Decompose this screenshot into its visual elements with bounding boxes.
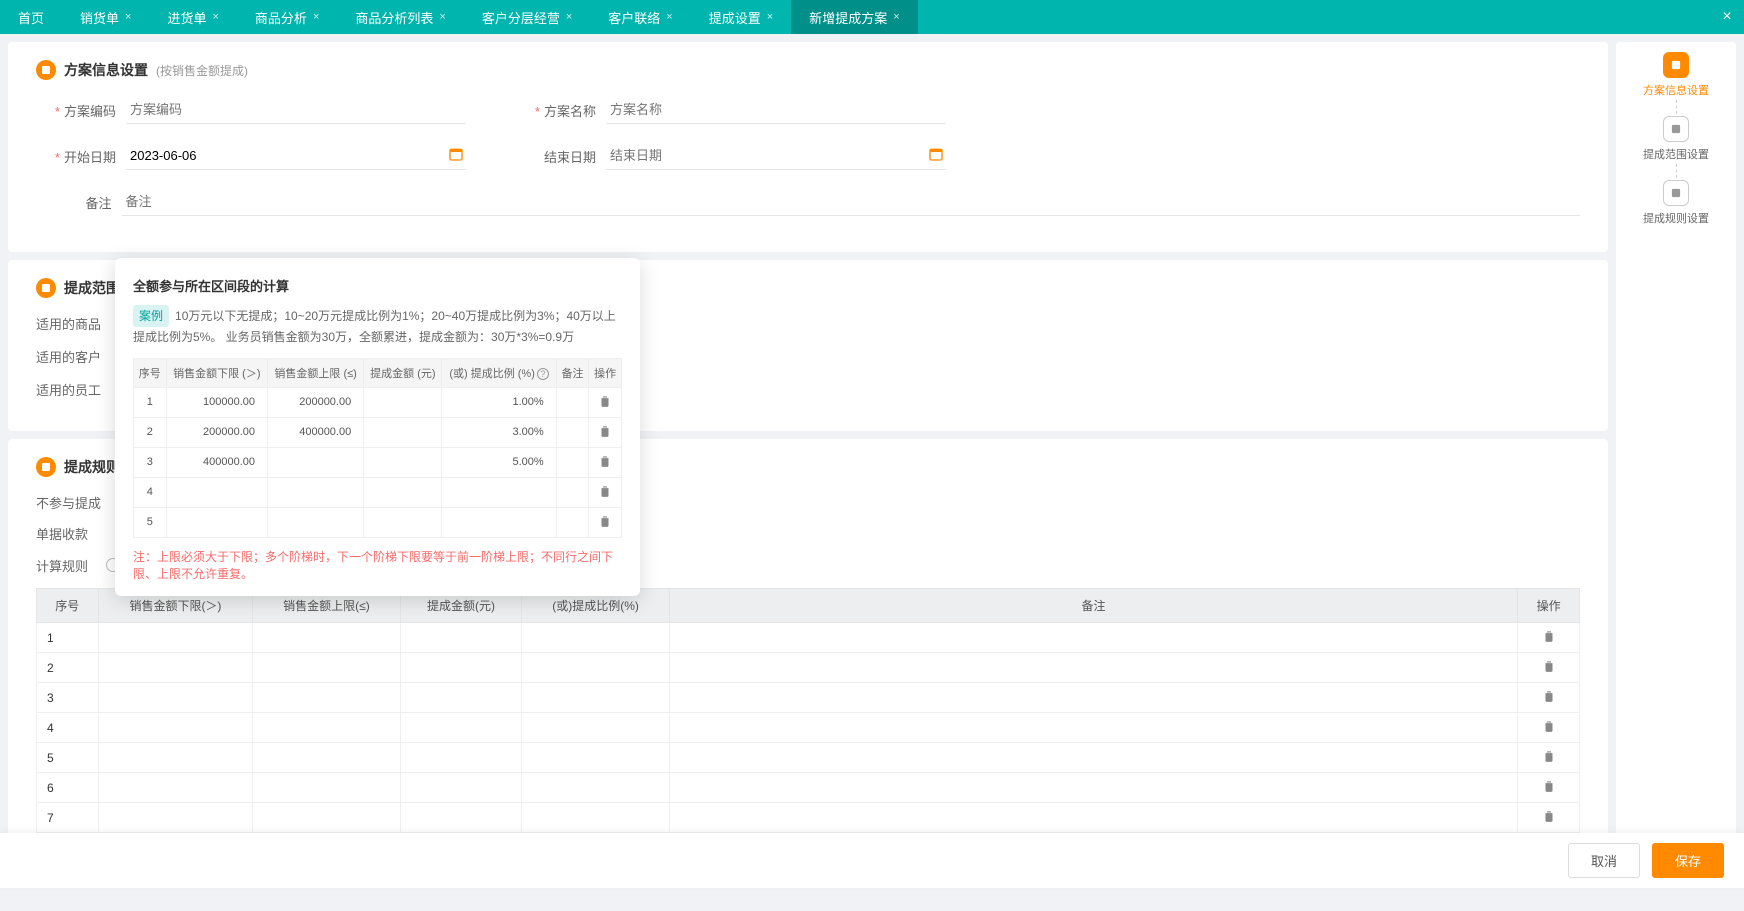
col-header: 操作 bbox=[1518, 589, 1580, 623]
col-header: 提成金额 (元) bbox=[364, 358, 442, 387]
tooltip-desc: 案例10万元以下无提成；10~20万元提成比例为1%；20~40万提成比例为3%… bbox=[133, 305, 622, 348]
tab-新增提成方案[interactable]: 新增提成方案× bbox=[791, 0, 917, 34]
cancel-button[interactable]: 取消 bbox=[1568, 843, 1640, 878]
remark-label: 备注 bbox=[86, 196, 112, 211]
calendar-icon bbox=[928, 146, 944, 162]
table-row[interactable]: 6 bbox=[37, 773, 1580, 803]
delete-row[interactable] bbox=[1518, 803, 1580, 833]
delete-row[interactable] bbox=[589, 447, 622, 477]
table-row: 3400000.005.00% bbox=[134, 447, 622, 477]
section-icon bbox=[36, 457, 56, 477]
anchor-0[interactable]: 方案信息设置 bbox=[1643, 52, 1709, 98]
col-header: 备注 bbox=[669, 589, 1518, 623]
help-icon: ? bbox=[537, 368, 549, 380]
tab-商品分析[interactable]: 商品分析× bbox=[237, 0, 337, 34]
tab-进货单[interactable]: 进货单× bbox=[149, 0, 236, 34]
col-header: 操作 bbox=[589, 358, 622, 387]
close-icon[interactable]: × bbox=[893, 11, 899, 23]
tab-客户分层经营[interactable]: 客户分层经营× bbox=[464, 0, 590, 34]
tab-bar: 首页销货单×进货单×商品分析×商品分析列表×客户分层经营×客户联络×提成设置×新… bbox=[0, 0, 1744, 34]
delete-row[interactable] bbox=[1518, 683, 1580, 713]
start-date-label: 开始日期 bbox=[64, 150, 116, 165]
end-date-input[interactable] bbox=[606, 142, 946, 170]
table-row: 4 bbox=[134, 477, 622, 507]
tab-销货单[interactable]: 销货单× bbox=[62, 0, 149, 34]
delete-row[interactable] bbox=[589, 477, 622, 507]
end-date-label: 结束日期 bbox=[544, 150, 596, 165]
tab-客户联络[interactable]: 客户联络× bbox=[590, 0, 690, 34]
col-header: 备注 bbox=[556, 358, 589, 387]
remark-input[interactable] bbox=[122, 188, 1580, 216]
calendar-icon bbox=[448, 146, 464, 162]
table-row: 1100000.00200000.001.00% bbox=[134, 387, 622, 417]
delete-row[interactable] bbox=[1518, 713, 1580, 743]
close-icon[interactable]: × bbox=[212, 11, 218, 23]
section-title: 方案信息设置 bbox=[64, 60, 148, 80]
table-row[interactable]: 4 bbox=[37, 713, 1580, 743]
delete-row[interactable] bbox=[589, 417, 622, 447]
close-icon[interactable]: × bbox=[767, 11, 773, 23]
tooltip-table: 序号销售金额下限 (＞)销售金额上限 (≤)提成金额 (元)(或) 提成比例 (… bbox=[133, 358, 622, 538]
example-badge: 案例 bbox=[133, 305, 169, 327]
delete-row[interactable] bbox=[1518, 773, 1580, 803]
table-row: 5 bbox=[134, 507, 622, 537]
anchor-nav: 方案信息设置提成范围设置提成规则设置 bbox=[1616, 42, 1736, 851]
table-row[interactable]: 3 bbox=[37, 683, 1580, 713]
name-label: 方案名称 bbox=[544, 104, 596, 119]
tab-首页[interactable]: 首页 bbox=[0, 0, 62, 34]
table-row: 2200000.00400000.003.00% bbox=[134, 417, 622, 447]
delete-row[interactable] bbox=[589, 507, 622, 537]
section-icon bbox=[36, 278, 56, 298]
anchor-1[interactable]: 提成范围设置 bbox=[1643, 116, 1709, 162]
panel-plan-info: 方案信息设置 (按销售金额提成) *方案编码 *方案名称 *开始日期 bbox=[8, 42, 1608, 252]
save-button[interactable]: 保存 bbox=[1652, 843, 1724, 878]
footer-actions: 取消 保存 bbox=[0, 833, 1744, 888]
tooltip-title: 全额参与所在区间段的计算 bbox=[133, 276, 622, 295]
anchor-2[interactable]: 提成规则设置 bbox=[1643, 180, 1709, 226]
plan-code-input[interactable] bbox=[126, 96, 466, 124]
col-header: 销售金额下限 (＞) bbox=[166, 358, 267, 387]
col-header: 销售金额上限 (≤) bbox=[268, 358, 364, 387]
col-header: (或) 提成比例 (%)? bbox=[442, 358, 556, 387]
close-icon[interactable]: × bbox=[313, 11, 319, 23]
commission-table: 序号销售金额下限(＞)销售金额上限(≤)提成金额(元)(或)提成比例(%)备注操… bbox=[36, 588, 1580, 833]
calc-rule-tooltip: 全额参与所在区间段的计算 案例10万元以下无提成；10~20万元提成比例为1%；… bbox=[115, 258, 640, 596]
tab-商品分析列表[interactable]: 商品分析列表× bbox=[337, 0, 463, 34]
close-icon[interactable]: × bbox=[439, 11, 445, 23]
col-header: 序号 bbox=[37, 589, 99, 623]
table-row[interactable]: 5 bbox=[37, 743, 1580, 773]
close-all-tabs[interactable]: × bbox=[1710, 0, 1744, 34]
start-date-input[interactable] bbox=[126, 142, 466, 170]
section-subtitle: (按销售金额提成) bbox=[156, 62, 248, 79]
close-icon[interactable]: × bbox=[125, 11, 131, 23]
section-icon bbox=[36, 60, 56, 80]
delete-row[interactable] bbox=[1518, 653, 1580, 683]
table-row[interactable]: 2 bbox=[37, 653, 1580, 683]
table-row[interactable]: 7 bbox=[37, 803, 1580, 833]
plan-name-input[interactable] bbox=[606, 96, 946, 124]
calc-rule-label: 计算规则 bbox=[36, 556, 88, 575]
close-icon[interactable]: × bbox=[566, 11, 572, 23]
close-icon[interactable]: × bbox=[666, 11, 672, 23]
col-header: 序号 bbox=[134, 358, 167, 387]
delete-row[interactable] bbox=[1518, 623, 1580, 653]
tab-提成设置[interactable]: 提成设置× bbox=[691, 0, 791, 34]
table-row[interactable]: 1 bbox=[37, 623, 1580, 653]
delete-row[interactable] bbox=[1518, 743, 1580, 773]
code-label: 方案编码 bbox=[64, 104, 116, 119]
delete-row[interactable] bbox=[589, 387, 622, 417]
tooltip-note: 注：上限必须大于下限；多个阶梯时，下一个阶梯下限要等于前一阶梯上限；不同行之间下… bbox=[133, 548, 622, 582]
